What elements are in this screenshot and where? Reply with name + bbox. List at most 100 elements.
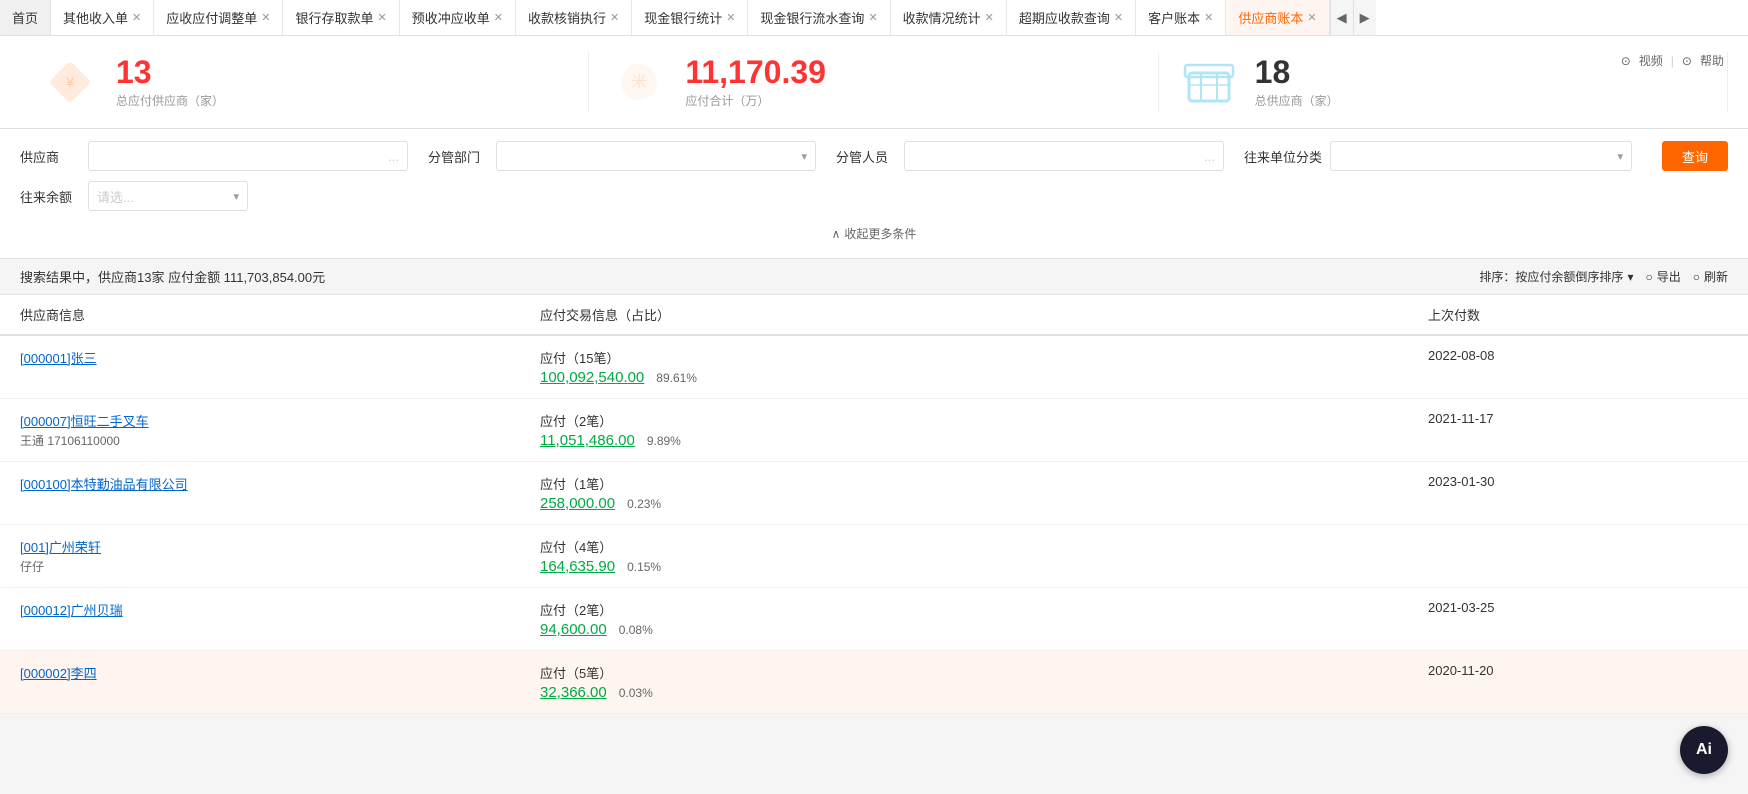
- nav-close-adjust[interactable]: ✕: [261, 11, 270, 24]
- nav-item-bank-deposit[interactable]: 银行存取款单 ✕: [283, 0, 399, 36]
- col-header-supplier: 供应商信息: [20, 305, 540, 324]
- last-pay-cell-0: 2022-08-08: [1428, 348, 1728, 363]
- person-input[interactable]: ...: [904, 141, 1224, 171]
- svg-text:米: 米: [631, 73, 647, 91]
- supplier-sub-3: 仔仔: [20, 558, 540, 575]
- supplier-link-4[interactable]: [000012]广州贝瑞: [20, 600, 540, 619]
- nav-close-bank-deposit[interactable]: ✕: [378, 11, 387, 24]
- supplier-link-2[interactable]: [000100]本特勤油品有限公司: [20, 474, 540, 493]
- nav-label-adjust: 应收应付调整单: [166, 8, 257, 27]
- balance-select[interactable]: 请选... ▾: [88, 181, 248, 211]
- payable-cell-0: 应付（15笔） 100,092,540.00 89.61%: [540, 348, 1428, 386]
- nav-item-adjust[interactable]: 应收应付调整单 ✕: [154, 0, 283, 36]
- payable-amount-3[interactable]: 164,635.90: [540, 558, 615, 575]
- nav-item-cash-flow[interactable]: 现金银行流水查询 ✕: [748, 0, 890, 36]
- category-select[interactable]: ▾: [1330, 141, 1632, 171]
- payable-row-0: 100,092,540.00 89.61%: [540, 369, 1428, 386]
- nav-item-overdue-receive[interactable]: 超期应收款查询 ✕: [1007, 0, 1136, 36]
- supplier-cell-0: [000001]张三: [20, 348, 540, 367]
- nav-close-other-income[interactable]: ✕: [132, 11, 141, 24]
- payable-percent-0: 89.61%: [656, 371, 697, 385]
- sort-button[interactable]: 排序：按应付余额倒序排序 ▾: [1479, 268, 1633, 285]
- payable-cell-1: 应付（2笔） 11,051,486.00 9.89%: [540, 411, 1428, 449]
- supplier-input[interactable]: ...: [88, 141, 408, 171]
- export-icon: ○: [1645, 270, 1652, 284]
- payable-label-3: 应付（4笔）: [540, 537, 1428, 556]
- video-icon: ⊙: [1621, 54, 1631, 68]
- nav-close-cash-stat[interactable]: ✕: [726, 11, 735, 24]
- dept-chevron-icon: ▾: [801, 150, 807, 163]
- summary-bar: ¥ 13 总应付供应商（家） 米 11,170.39 应付合计（万）: [0, 36, 1748, 129]
- nav-next-arrow[interactable]: ▶: [1353, 0, 1376, 36]
- payable-amount-5[interactable]: 32,366.00: [540, 684, 607, 701]
- svg-text:¥: ¥: [65, 74, 74, 90]
- ai-badge[interactable]: Ai: [1680, 726, 1728, 774]
- collapse-button[interactable]: ∧ 收起更多条件: [20, 221, 1728, 246]
- filter-dept: 分管部门 ▾: [428, 141, 816, 171]
- payable-row-5: 32,366.00 0.03%: [540, 684, 1428, 701]
- payable-label-2: 应付（1笔）: [540, 474, 1428, 493]
- table-row: [000100]本特勤油品有限公司 应付（1笔） 258,000.00 0.23…: [0, 462, 1748, 525]
- payable-label-4: 应付（2笔）: [540, 600, 1428, 619]
- payable-amount-0[interactable]: 100,092,540.00: [540, 369, 644, 386]
- card2-icon: 米: [609, 52, 669, 112]
- balance-chevron-icon: ▾: [233, 190, 239, 203]
- refresh-button[interactable]: ○ 刷新: [1693, 268, 1728, 285]
- nav-label-cash-stat: 现金银行统计: [644, 8, 722, 27]
- nav-close-cash-flow[interactable]: ✕: [868, 11, 877, 24]
- nav-item-cash-stat[interactable]: 现金银行统计 ✕: [632, 0, 748, 36]
- table-row: [000012]广州贝瑞 应付（2笔） 94,600.00 0.08% 2021…: [0, 588, 1748, 651]
- nav-label-supplier-ledger: 供应商账本: [1238, 8, 1303, 27]
- query-button[interactable]: 查询: [1662, 141, 1728, 171]
- col-header-last-pay: 上次付数: [1428, 305, 1728, 324]
- payable-label-1: 应付（2笔）: [540, 411, 1428, 430]
- refresh-label: 刷新: [1704, 268, 1728, 285]
- dept-select[interactable]: ▾: [496, 141, 816, 171]
- payable-row-4: 94,600.00 0.08%: [540, 621, 1428, 638]
- supplier-cell-1: [000007]恒旺二手叉车 王通 17106110000: [20, 411, 540, 449]
- nav-item-verify-exec[interactable]: 收款核销执行 ✕: [516, 0, 632, 36]
- nav-item-supplier-ledger[interactable]: 供应商账本 ✕: [1226, 0, 1329, 36]
- nav-item-home[interactable]: 首页: [0, 0, 51, 36]
- sort-chevron-icon: ▾: [1627, 270, 1633, 284]
- help-icon: ⊙: [1682, 54, 1692, 68]
- nav-close-customer-ledger[interactable]: ✕: [1204, 11, 1213, 24]
- filter-row-2: 往来余额 请选... ▾: [20, 181, 1728, 211]
- video-link[interactable]: 视频: [1639, 52, 1663, 69]
- last-pay-cell-2: 2023-01-30: [1428, 474, 1728, 489]
- export-button[interactable]: ○ 导出: [1645, 268, 1680, 285]
- nav-prev-arrow[interactable]: ◀: [1330, 0, 1353, 36]
- help-link[interactable]: 帮助: [1700, 52, 1724, 69]
- payable-amount-2[interactable]: 258,000.00: [540, 495, 615, 512]
- nav-close-advance-receive[interactable]: ✕: [494, 11, 503, 24]
- nav-item-collection-stat[interactable]: 收款情况统计 ✕: [891, 0, 1007, 36]
- nav-label-collection-stat: 收款情况统计: [903, 8, 981, 27]
- dept-label: 分管部门: [428, 147, 488, 166]
- category-label: 往来单位分类: [1244, 147, 1322, 166]
- nav-close-verify-exec[interactable]: ✕: [610, 11, 619, 24]
- col-header-payable: 应付交易信息（占比）: [540, 305, 1428, 324]
- nav-close-collection-stat[interactable]: ✕: [985, 11, 994, 24]
- supplier-link-0[interactable]: [000001]张三: [20, 348, 540, 367]
- filter-category: 往来单位分类 ▾: [1244, 141, 1632, 171]
- card2-info: 11,170.39 应付合计（万）: [685, 56, 1137, 109]
- supplier-cell-3: [001]广州荣轩 仔仔: [20, 537, 540, 575]
- payable-amount-1[interactable]: 11,051,486.00: [540, 432, 635, 449]
- supplier-link-1[interactable]: [000007]恒旺二手叉车: [20, 411, 540, 430]
- payable-row-2: 258,000.00 0.23%: [540, 495, 1428, 512]
- supplier-cell-5: [000002]李四: [20, 663, 540, 682]
- nav-item-advance-receive[interactable]: 预收冲应收单 ✕: [400, 0, 516, 36]
- export-label: 导出: [1657, 268, 1681, 285]
- last-pay-cell-5: 2020-11-20: [1428, 663, 1728, 678]
- nav-item-other-income[interactable]: 其他收入单 ✕: [51, 0, 154, 36]
- filter-row-1: 供应商 ... 分管部门 ▾ 分管人员 ... 往来单位分类 ▾: [20, 141, 1728, 171]
- supplier-link-5[interactable]: [000002]李四: [20, 663, 540, 682]
- nav-item-customer-ledger[interactable]: 客户账本 ✕: [1136, 0, 1226, 36]
- supplier-link-3[interactable]: [001]广州荣轩: [20, 537, 540, 556]
- nav-close-overdue-receive[interactable]: ✕: [1114, 11, 1123, 24]
- supplier-dots: ...: [388, 149, 399, 164]
- filter-supplier: 供应商 ...: [20, 141, 408, 171]
- last-pay-4: 2021-03-25: [1428, 600, 1495, 615]
- nav-close-supplier-ledger[interactable]: ✕: [1307, 11, 1316, 24]
- payable-amount-4[interactable]: 94,600.00: [540, 621, 607, 638]
